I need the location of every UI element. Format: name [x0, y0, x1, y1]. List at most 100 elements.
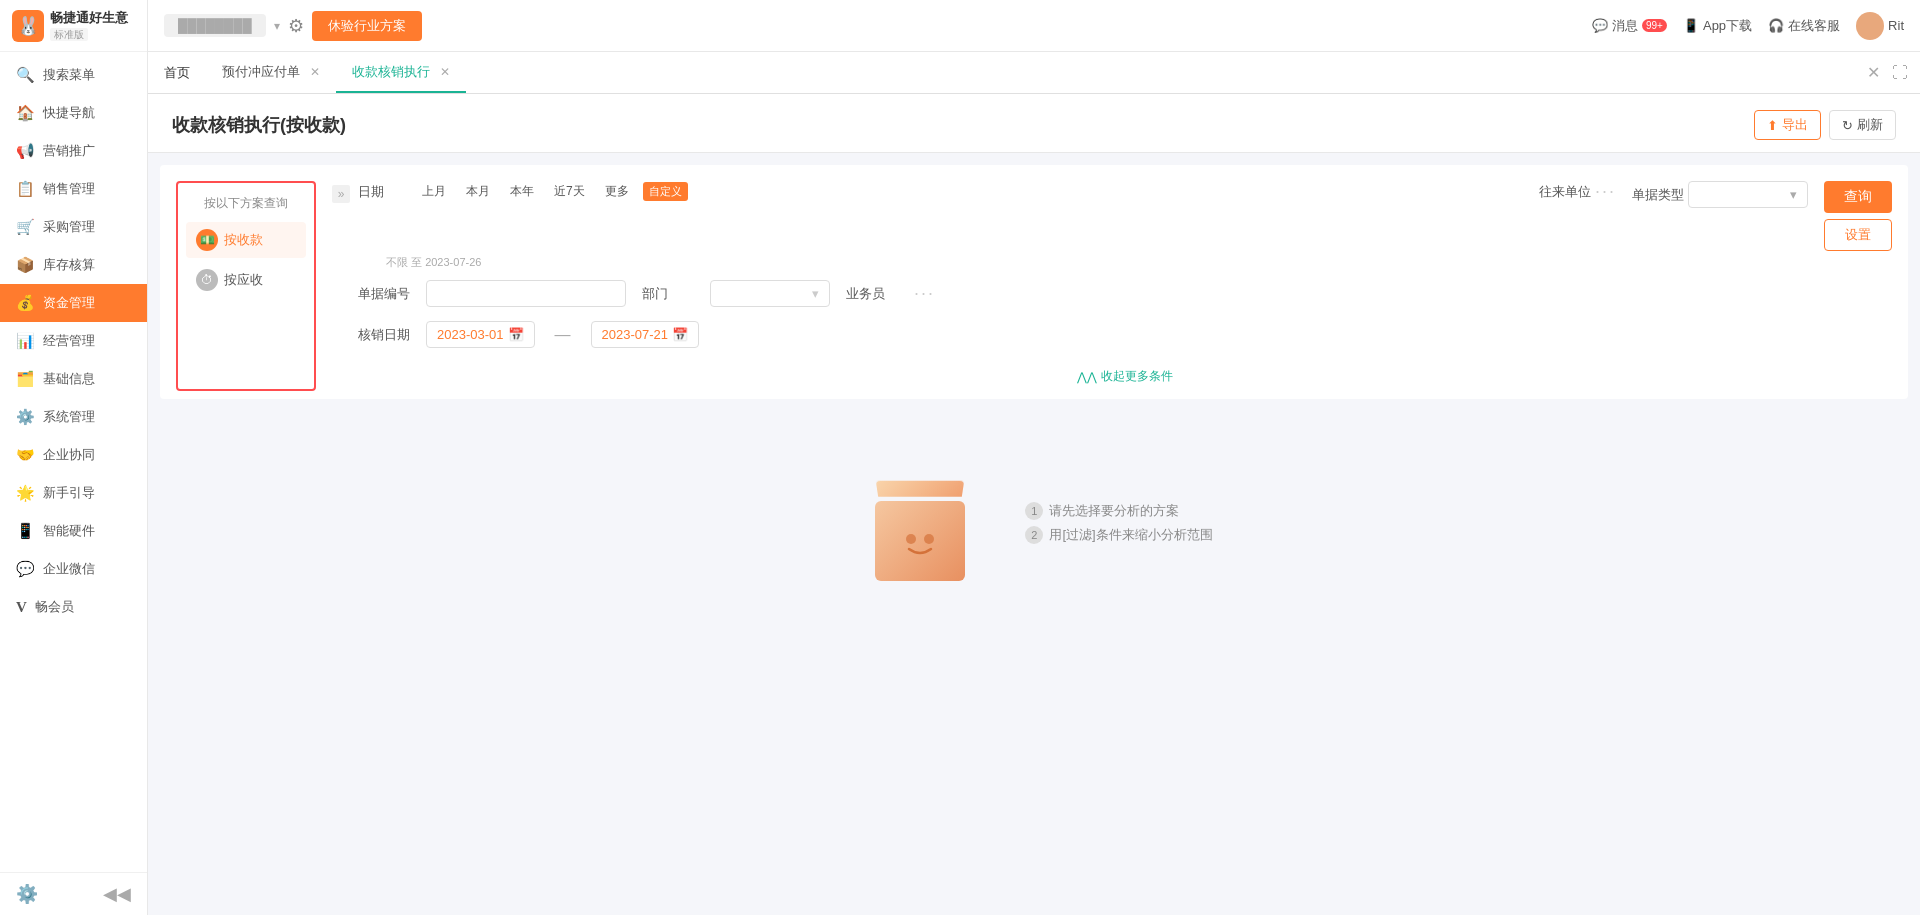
close-receipt-writeoff-tab-icon[interactable]: ✕	[440, 65, 450, 79]
doc-type-select[interactable]: ▾	[1688, 181, 1808, 208]
app-download-button[interactable]: 📱 App下载	[1683, 17, 1752, 35]
collapse-more-button[interactable]: ⋀⋀ 收起更多条件	[358, 362, 1892, 391]
date-nolimit-note: 不限 至 2023-07-26	[386, 255, 1892, 270]
sidebar-item-marketing[interactable]: 📢 营销推广	[0, 132, 147, 170]
empty-box-flap	[876, 481, 964, 497]
page-actions: ⬆ 导出 ↻ 刷新	[1754, 110, 1896, 140]
operations-icon: 📊	[16, 332, 35, 350]
tab-bar: 首页 预付冲应付单 ✕ 收款核销执行 ✕ ✕ ⛶	[148, 52, 1920, 94]
collapse-filter-button[interactable]: »	[332, 185, 350, 203]
close-tab-action-button[interactable]: ✕	[1863, 59, 1884, 86]
sidebar-item-vip[interactable]: V 畅会员	[0, 588, 147, 626]
message-icon: 💬	[1592, 18, 1608, 33]
sidebar-item-finance[interactable]: 💰 资金管理	[0, 284, 147, 322]
inventory-icon: 📦	[16, 256, 35, 274]
collapse-sidebar-icon[interactable]: ◀◀	[103, 883, 131, 905]
query-btn-group: 查询 设置	[1824, 181, 1892, 251]
sidebar-item-enterprise-collab[interactable]: 🤝 企业协同	[0, 436, 147, 474]
app-icon: 📱	[1683, 18, 1699, 33]
empty-tip-1: 1 请先选择要分析的方案	[1025, 502, 1212, 520]
maximize-tab-button[interactable]: ⛶	[1888, 60, 1912, 86]
filter-sidebar: 按以下方案查询 💵 按收款 ⏱ 按应收	[176, 181, 316, 391]
logo-text: 畅捷通好生意 标准版	[50, 10, 128, 41]
tab-receipt-writeoff[interactable]: 收款核销执行 ✕	[336, 52, 466, 93]
sidebar-item-smart-hardware[interactable]: 📱 智能硬件	[0, 512, 147, 550]
close-prepay-tab-icon[interactable]: ✕	[310, 65, 320, 79]
top-bar-right: 💬 消息 99+ 📱 App下载 🎧 在线客服 Rit	[1592, 12, 1904, 40]
dept-select[interactable]: ▾	[710, 280, 830, 307]
sidebar-item-purchase[interactable]: 🛒 采购管理	[0, 208, 147, 246]
collapse-more-icon: ⋀⋀	[1077, 370, 1097, 384]
sidebar-item-basic-info[interactable]: 🗂️ 基础信息	[0, 360, 147, 398]
counterpart-dots[interactable]: ···	[1595, 181, 1616, 202]
counterpart-label: 往来单位	[1539, 183, 1591, 201]
date-last-7days-button[interactable]: 近7天	[548, 181, 591, 202]
headset-icon: 🎧	[1768, 18, 1784, 33]
enterprise-collab-icon: 🤝	[16, 446, 35, 464]
brand-name-display: ████████	[164, 14, 266, 37]
sidebar-item-inventory[interactable]: 📦 库存核算	[0, 246, 147, 284]
calendar-start-icon: 📅	[508, 327, 524, 342]
messages-button[interactable]: 💬 消息 99+	[1592, 17, 1667, 35]
basic-info-icon: 🗂️	[16, 370, 35, 388]
empty-state: 1 请先选择要分析的方案 2 用[过滤]条件来缩小分析范围	[160, 411, 1908, 641]
settings-bottom-icon[interactable]: ⚙️	[16, 883, 38, 905]
sidebar-item-beginner[interactable]: 🌟 新手引导	[0, 474, 147, 512]
dropdown-arrow-icon[interactable]: ▾	[274, 19, 280, 33]
top-bar: ████████ ▾ ⚙ 休验行业方案 💬 消息 99+ 📱 App下载 🎧 在…	[148, 0, 1920, 52]
industry-solution-button[interactable]: 休验行业方案	[312, 11, 422, 41]
sidebar-item-system[interactable]: ⚙️ 系统管理	[0, 398, 147, 436]
writeoff-start-date[interactable]: 2023-03-01 📅	[426, 321, 535, 348]
logo-icon: 🐰	[12, 10, 44, 42]
date-this-month-button[interactable]: 本月	[460, 181, 496, 202]
top-settings-icon[interactable]: ⚙	[288, 15, 304, 37]
page-title: 收款核销执行(按收款)	[172, 113, 346, 137]
sidebar-bottom: ⚙️ ◀◀	[0, 872, 147, 915]
query-button[interactable]: 查询	[1824, 181, 1892, 213]
filter-option-by-receivable[interactable]: ⏱ 按应收	[186, 262, 306, 298]
staff-dots[interactable]: ···	[914, 283, 935, 304]
writeoff-date-label: 核销日期	[358, 326, 410, 344]
avatar	[1856, 12, 1884, 40]
empty-box-body	[875, 501, 965, 581]
sidebar-item-wechat[interactable]: 💬 企业微信	[0, 550, 147, 588]
empty-illustration	[855, 471, 985, 581]
beginner-icon: 🌟	[16, 484, 35, 502]
filter-sidebar-title: 按以下方案查询	[186, 195, 306, 212]
svg-point-0	[906, 534, 916, 544]
empty-tip-2: 2 用[过滤]条件来缩小分析范围	[1025, 526, 1212, 544]
svg-point-1	[924, 534, 934, 544]
sidebar-item-search-menu[interactable]: 🔍 搜索菜单	[0, 56, 147, 94]
sidebar-item-sales[interactable]: 📋 销售管理	[0, 170, 147, 208]
dept-label: 部门	[642, 285, 694, 303]
empty-tips: 1 请先选择要分析的方案 2 用[过滤]条件来缩小分析范围	[1025, 502, 1212, 550]
date-more-button[interactable]: 更多	[599, 181, 635, 202]
doc-no-input[interactable]	[426, 280, 626, 307]
sidebar-item-operations[interactable]: 📊 经营管理	[0, 322, 147, 360]
date-label: 日期	[358, 183, 410, 201]
refresh-button[interactable]: ↻ 刷新	[1829, 110, 1896, 140]
settings-query-button[interactable]: 设置	[1824, 219, 1892, 251]
system-icon: ⚙️	[16, 408, 35, 426]
empty-box-face-svg	[895, 521, 945, 561]
tab-home[interactable]: 首页	[148, 52, 206, 93]
writeoff-end-date[interactable]: 2023-07-21 📅	[591, 321, 700, 348]
export-button[interactable]: ⬆ 导出	[1754, 110, 1821, 140]
finance-icon: 💰	[16, 294, 35, 312]
page-header: 收款核销执行(按收款) ⬆ 导出 ↻ 刷新	[148, 94, 1920, 153]
date-last-month-button[interactable]: 上月	[416, 181, 452, 202]
date-custom-badge[interactable]: 自定义	[643, 182, 688, 201]
date-quick-buttons: 上月 本月 本年 近7天 更多 自定义	[416, 181, 688, 202]
filter-option-by-receipt[interactable]: 💵 按收款	[186, 222, 306, 258]
content-area: 收款核销执行(按收款) ⬆ 导出 ↻ 刷新 按以下方案查询 💵 按收款	[148, 94, 1920, 915]
online-service-button[interactable]: 🎧 在线客服	[1768, 17, 1840, 35]
main-area: ████████ ▾ ⚙ 休验行业方案 💬 消息 99+ 📱 App下载 🎧 在…	[148, 0, 1920, 915]
tab-prepay[interactable]: 预付冲应付单 ✕	[206, 52, 336, 93]
logo-area: 🐰 畅捷通好生意 标准版	[0, 0, 147, 52]
search-menu-icon: 🔍	[16, 66, 35, 84]
sidebar-item-quick-nav[interactable]: 🏠 快捷导航	[0, 94, 147, 132]
user-account[interactable]: Rit	[1856, 12, 1904, 40]
by-receipt-icon: 💵	[196, 229, 218, 251]
date-this-year-button[interactable]: 本年	[504, 181, 540, 202]
tab-actions: ✕ ⛶	[1863, 52, 1920, 93]
